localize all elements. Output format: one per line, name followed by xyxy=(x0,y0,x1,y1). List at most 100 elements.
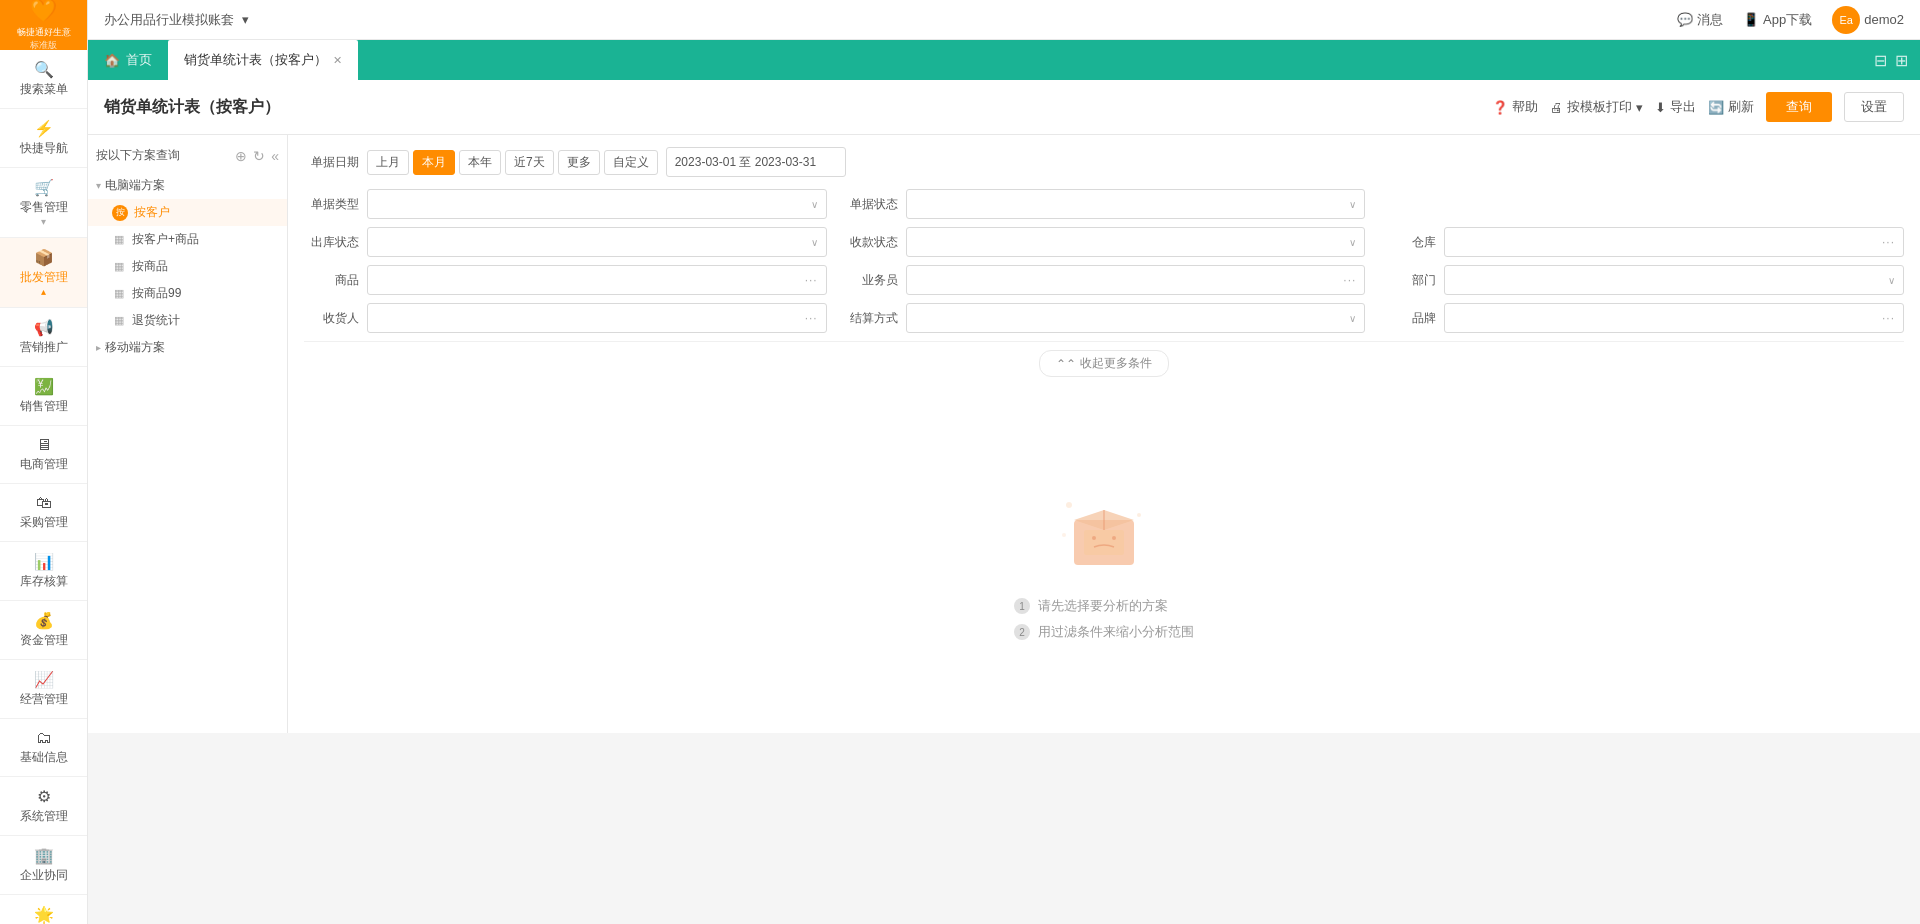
filter-doc-status-input[interactable]: ∨ xyxy=(906,189,1366,219)
filter-salesperson-input[interactable]: ··· xyxy=(906,265,1366,295)
empty-svg xyxy=(1044,465,1164,585)
collapse-row: ⌃⌃ 收起更多条件 xyxy=(304,341,1904,385)
scheme-item-label: 退货统计 xyxy=(132,312,180,329)
scheme-item-label: 按商品99 xyxy=(132,285,181,302)
scheme-refresh-icon[interactable]: ↻ xyxy=(253,148,265,164)
sidebar-item-enterprise[interactable]: 🏢 企业协同 xyxy=(0,836,87,895)
filter-doc-type: 单据类型 ∨ xyxy=(304,189,827,219)
filter-goods-input[interactable]: ··· xyxy=(367,265,827,295)
sidebar-item-ecommerce[interactable]: 🖥 电商管理 xyxy=(0,426,87,484)
filter-out-status-input[interactable]: ∨ xyxy=(367,227,827,257)
sidebar-item-newbie[interactable]: 🌟 新手引导 xyxy=(0,895,87,924)
scheme-add-icon[interactable]: ⊕ xyxy=(235,148,247,164)
filter-settlement: 结算方式 ∨ xyxy=(843,303,1366,333)
sidebar-item-marketing[interactable]: 📢 营销推广 xyxy=(0,308,87,367)
collapse-icon: ⌃⌃ xyxy=(1056,357,1076,371)
sidebar-item-sales[interactable]: 💹 销售管理 xyxy=(0,367,87,426)
collapse-button[interactable]: ⌃⌃ 收起更多条件 xyxy=(1039,350,1169,377)
date-btn-last-month[interactable]: 上月 xyxy=(367,150,409,175)
date-btn-this-year[interactable]: 本年 xyxy=(459,150,501,175)
sidebar-item-system[interactable]: ⚙ 系统管理 xyxy=(0,777,87,836)
scheme-group-mobile-header[interactable]: ▸ 移动端方案 xyxy=(88,334,287,361)
sidebar-item-basic[interactable]: 🗂 基础信息 xyxy=(0,719,87,777)
filter-out-status: 出库状态 ∨ xyxy=(304,227,827,257)
purchase-icon: 🛍 xyxy=(4,494,83,512)
scheme-item-icon-small: ▦ xyxy=(112,233,126,247)
page-header: 销货单统计表（按客户） ❓ 帮助 🖨 按模板打印 ▾ ⬇ 导出 🔄 刷新 xyxy=(88,80,1920,135)
industry-label: 办公用品行业模拟账套 xyxy=(104,11,234,29)
sidebar-item-purchase[interactable]: 🛍 采购管理 xyxy=(0,484,87,542)
filter-department-input[interactable]: ∨ xyxy=(1444,265,1904,295)
filter-doc-type-input[interactable]: ∨ xyxy=(367,189,827,219)
message-btn[interactable]: 💬 消息 xyxy=(1677,11,1723,29)
sidebar-item-ops[interactable]: 📈 经营管理 xyxy=(0,660,87,719)
filter-label: 结算方式 xyxy=(843,310,898,327)
help-btn[interactable]: ❓ 帮助 xyxy=(1492,98,1538,116)
template-print-btn[interactable]: 🖨 按模板打印 ▾ xyxy=(1550,98,1643,116)
sidebar: 🧡 畅捷通好生意 标准版 🔍 搜索菜单 ⚡ 快捷导航 🛒 零售管理 ▾ 📦 批发… xyxy=(0,0,88,924)
sidebar-item-finance[interactable]: 💰 资金管理 xyxy=(0,601,87,660)
app-download-btn[interactable]: 📱 App下载 xyxy=(1743,11,1812,29)
user-profile[interactable]: Ea demo2 xyxy=(1832,6,1904,34)
tab-home[interactable]: 🏠 首页 xyxy=(88,40,168,80)
filter-receipt-status-input[interactable]: ∨ xyxy=(906,227,1366,257)
filter-settlement-input[interactable]: ∨ xyxy=(906,303,1366,333)
dropdown-arrow-icon: ∨ xyxy=(1349,237,1356,248)
filter-goods: 商品 ··· xyxy=(304,265,827,295)
tab-bar-right: ⊟ ⊞ xyxy=(1874,51,1920,70)
sidebar-item-wholesale[interactable]: 📦 批发管理 ▴ xyxy=(0,238,87,308)
filter-receipt-status: 收款状态 ∨ xyxy=(843,227,1366,257)
industry-dropdown-icon[interactable]: ▾ xyxy=(242,12,249,27)
tab-close-icon[interactable]: ✕ xyxy=(333,54,342,67)
dots-icon: ··· xyxy=(805,311,818,325)
dropdown-arrow-icon: ∨ xyxy=(1349,313,1356,324)
scheme-group-desktop-header[interactable]: ▾ 电脑端方案 xyxy=(88,172,287,199)
date-btn-last-7[interactable]: 近7天 xyxy=(505,150,554,175)
filter-warehouse-input[interactable]: ··· xyxy=(1444,227,1904,257)
sidebar-item-search[interactable]: 🔍 搜索菜单 xyxy=(0,50,87,109)
inventory-icon: 📊 xyxy=(4,552,83,571)
scheme-item-icon: 按 xyxy=(112,205,128,221)
refresh-btn[interactable]: 🔄 刷新 xyxy=(1708,98,1754,116)
export-btn[interactable]: ⬇ 导出 xyxy=(1655,98,1696,116)
tab-minimize-icon[interactable]: ⊟ xyxy=(1874,51,1887,70)
tab-maximize-icon[interactable]: ⊞ xyxy=(1895,51,1908,70)
scheme-item-by-customer[interactable]: 按 按客户 xyxy=(88,199,287,226)
filter-brand-input[interactable]: ··· xyxy=(1444,303,1904,333)
template-print-arrow: ▾ xyxy=(1636,100,1643,115)
date-range-input[interactable]: 2023-03-01 至 2023-03-31 xyxy=(666,147,846,177)
scheme-item-return-stat[interactable]: ▦ 退货统计 xyxy=(88,307,287,334)
query-button[interactable]: 查询 xyxy=(1766,92,1832,122)
page-header-actions: ❓ 帮助 🖨 按模板打印 ▾ ⬇ 导出 🔄 刷新 查询 设置 xyxy=(1492,92,1904,134)
scheme-item-by-customer-goods[interactable]: ▦ 按客户+商品 xyxy=(88,226,287,253)
date-btn-this-month[interactable]: 本月 xyxy=(413,150,455,175)
sidebar-item-label: 电商管理 xyxy=(4,456,83,473)
tab-sales-stat[interactable]: 销货单统计表（按客户） ✕ xyxy=(168,40,358,80)
filter-receiver-input[interactable]: ··· xyxy=(367,303,827,333)
filter-salesperson: 业务员 ··· xyxy=(843,265,1366,295)
tab-sales-stat-label: 销货单统计表（按客户） xyxy=(184,51,327,69)
scheme-item-label: 按客户 xyxy=(134,204,170,221)
setting-button[interactable]: 设置 xyxy=(1844,92,1904,122)
sidebar-item-label: 经营管理 xyxy=(4,691,83,708)
dropdown-arrow-icon: ∨ xyxy=(811,199,818,210)
scheme-collapse-icon[interactable]: « xyxy=(271,148,279,164)
date-btn-custom[interactable]: 自定义 xyxy=(604,150,658,175)
date-quick-buttons: 上月 本月 本年 近7天 更多 自定义 xyxy=(367,150,658,175)
svg-point-5 xyxy=(1112,536,1116,540)
scheme-item-by-goods-99[interactable]: ▦ 按商品99 xyxy=(88,280,287,307)
filter-warehouse: 仓库 ··· xyxy=(1381,227,1904,257)
sidebar-item-inventory[interactable]: 📊 库存核算 xyxy=(0,542,87,601)
filter-grid-row4: 收货人 ··· 结算方式 ∨ 品牌 xyxy=(304,303,1904,333)
refresh-icon: 🔄 xyxy=(1708,100,1724,115)
main-area: 办公用品行业模拟账套 ▾ 💬 消息 📱 App下载 Ea demo2 🏠 首页 … xyxy=(88,0,1920,924)
header-left: 办公用品行业模拟账套 ▾ xyxy=(104,11,249,29)
scheme-item-by-goods[interactable]: ▦ 按商品 xyxy=(88,253,287,280)
sidebar-item-retail[interactable]: 🛒 零售管理 ▾ xyxy=(0,168,87,238)
sidebar-item-quicknav[interactable]: ⚡ 快捷导航 xyxy=(0,109,87,168)
date-btn-more[interactable]: 更多 xyxy=(558,150,600,175)
phone-icon: 📱 xyxy=(1743,12,1759,27)
filter-label: 品牌 xyxy=(1381,310,1436,327)
top-header: 办公用品行业模拟账套 ▾ 💬 消息 📱 App下载 Ea demo2 xyxy=(88,0,1920,40)
sales-icon: 💹 xyxy=(4,377,83,396)
